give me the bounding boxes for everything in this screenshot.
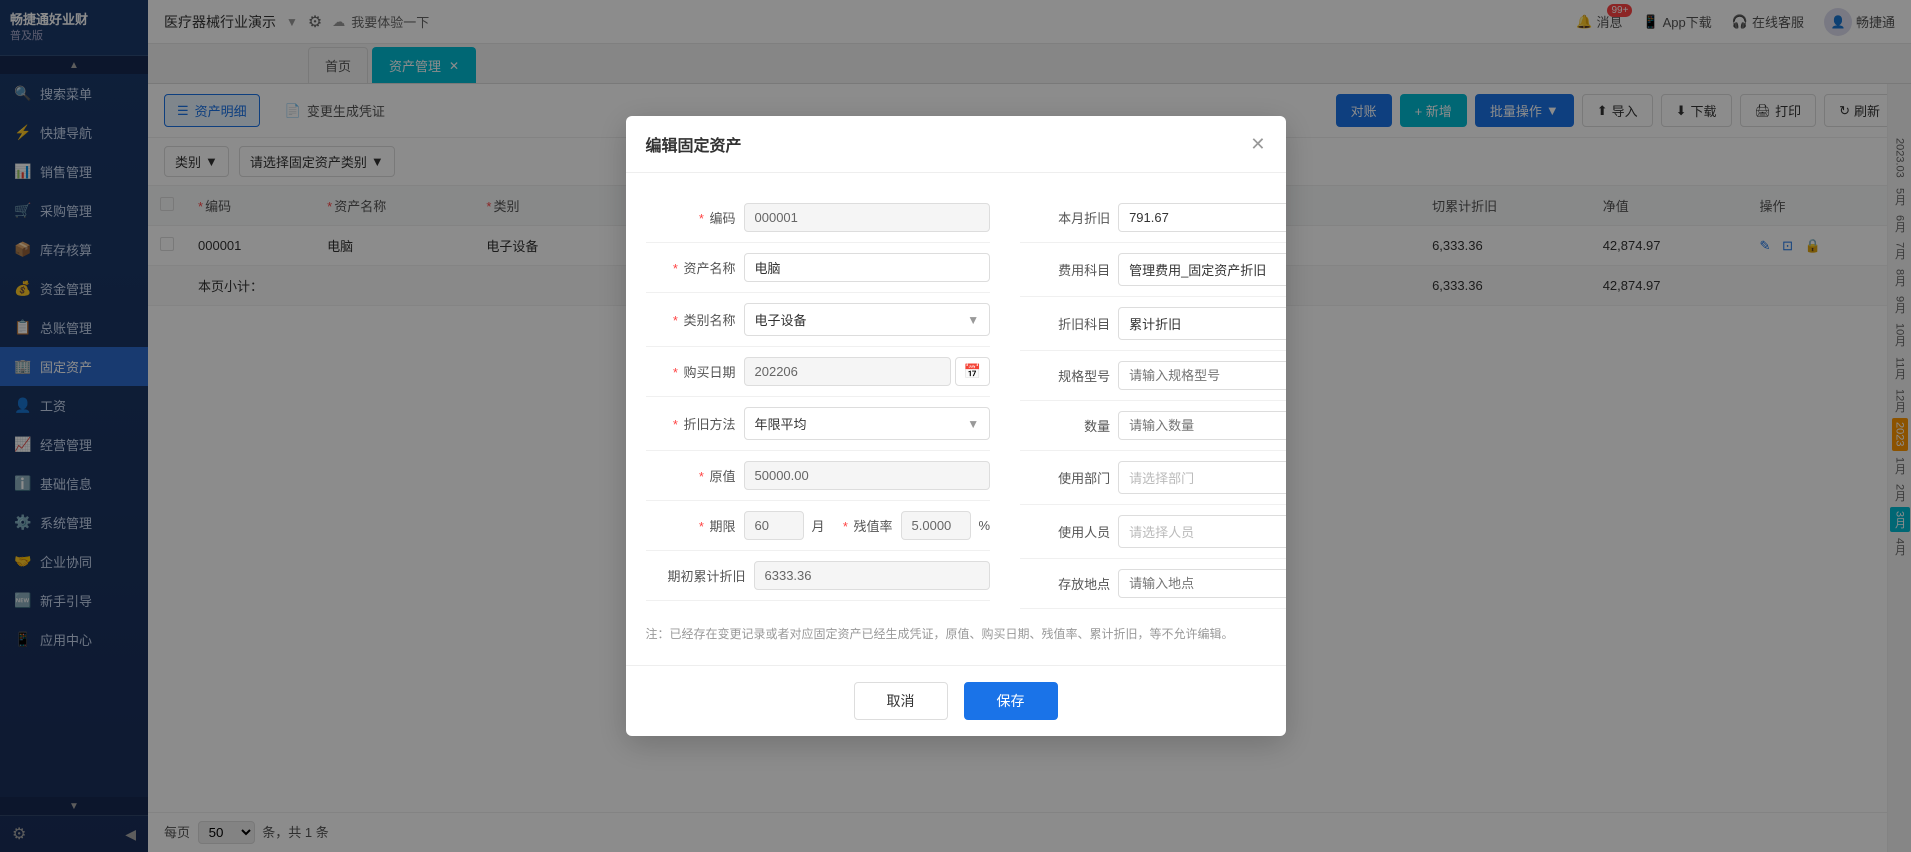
original-value-input[interactable]: [744, 461, 991, 490]
form-row-quantity: 数量: [1020, 401, 1285, 451]
department-select[interactable]: 请选择部门 ▼: [1118, 461, 1285, 494]
form-left-col: * 编码 * 资产名称 * 类别名称 电子设备 ▼: [646, 193, 991, 609]
form-right-col: 本月折旧 费用科目 管理费用_固定资产折旧 ▼ 折旧科目: [1020, 193, 1285, 609]
initial-accumulated-input[interactable]: [754, 561, 991, 590]
expense-subject-select[interactable]: 管理费用_固定资产折旧 ▼: [1118, 253, 1285, 286]
edit-asset-modal: 编辑固定资产 ✕ * 编码 * 资产名称: [626, 116, 1286, 735]
modal-title: 编辑固定资产: [646, 132, 742, 156]
monthly-depreciation-input[interactable]: [1118, 203, 1285, 232]
form-row-location: 存放地点: [1020, 559, 1285, 609]
spec-input[interactable]: [1118, 361, 1285, 390]
form-row-category: * 类别名称 电子设备 ▼: [646, 293, 991, 347]
asset-name-input[interactable]: [744, 253, 991, 282]
cancel-button[interactable]: 取消: [854, 682, 948, 720]
category-select[interactable]: 电子设备 ▼: [744, 303, 991, 336]
period-input[interactable]: [744, 511, 804, 540]
form-row-original-value: * 原值: [646, 451, 991, 501]
form-row-purchase-date: * 购买日期 📅: [646, 347, 991, 397]
purchase-date-input[interactable]: [744, 357, 951, 386]
calendar-icon[interactable]: 📅: [955, 357, 990, 386]
form-row-code: * 编码: [646, 193, 991, 243]
modal-body: * 编码 * 资产名称 * 类别名称 电子设备 ▼: [626, 173, 1286, 664]
form-row-asset-name: * 资产名称: [646, 243, 991, 293]
category-select-arrow-icon: ▼: [967, 313, 979, 327]
modal-overlay: 编辑固定资产 ✕ * 编码 * 资产名称: [0, 0, 1911, 852]
location-input[interactable]: [1118, 569, 1285, 598]
form-row-monthly-dep: 本月折旧: [1020, 193, 1285, 243]
modal-note: 注：已经存在变更记录或者对应固定资产已经生成凭证，原值、购买日期、残值率、累计折…: [646, 625, 1266, 644]
form-row-spec: 规格型号: [1020, 351, 1285, 401]
quantity-input[interactable]: [1118, 411, 1285, 440]
form-row-department: 使用部门 请选择部门 ▼: [1020, 451, 1285, 505]
form-row-expense-subject: 费用科目 管理费用_固定资产折旧 ▼: [1020, 243, 1285, 297]
save-button[interactable]: 保存: [964, 682, 1058, 720]
form-row-period-residual: * 期限 月 * 残值率 %: [646, 501, 991, 551]
modal-footer: 取消 保存: [626, 665, 1286, 736]
residual-rate-input[interactable]: [901, 511, 971, 540]
depreciation-method-select[interactable]: 年限平均 ▼: [744, 407, 991, 440]
form-row-initial-accumulated: 期初累计折旧: [646, 551, 991, 601]
form-row-depreciation-subject: 折旧科目 累计折旧 ▼: [1020, 297, 1285, 351]
modal-header: 编辑固定资产 ✕: [626, 116, 1286, 173]
depreciation-subject-select[interactable]: 累计折旧 ▼: [1118, 307, 1285, 340]
form-row-depreciation-method: * 折旧方法 年限平均 ▼: [646, 397, 991, 451]
form-grid: * 编码 * 资产名称 * 类别名称 电子设备 ▼: [646, 193, 1266, 609]
depreciation-select-arrow-icon: ▼: [967, 417, 979, 431]
modal-close-icon[interactable]: ✕: [1250, 134, 1265, 155]
form-row-person: 使用人员 请选择人员 ▼: [1020, 505, 1285, 559]
person-select[interactable]: 请选择人员 ▼: [1118, 515, 1285, 548]
code-input[interactable]: [744, 203, 991, 232]
